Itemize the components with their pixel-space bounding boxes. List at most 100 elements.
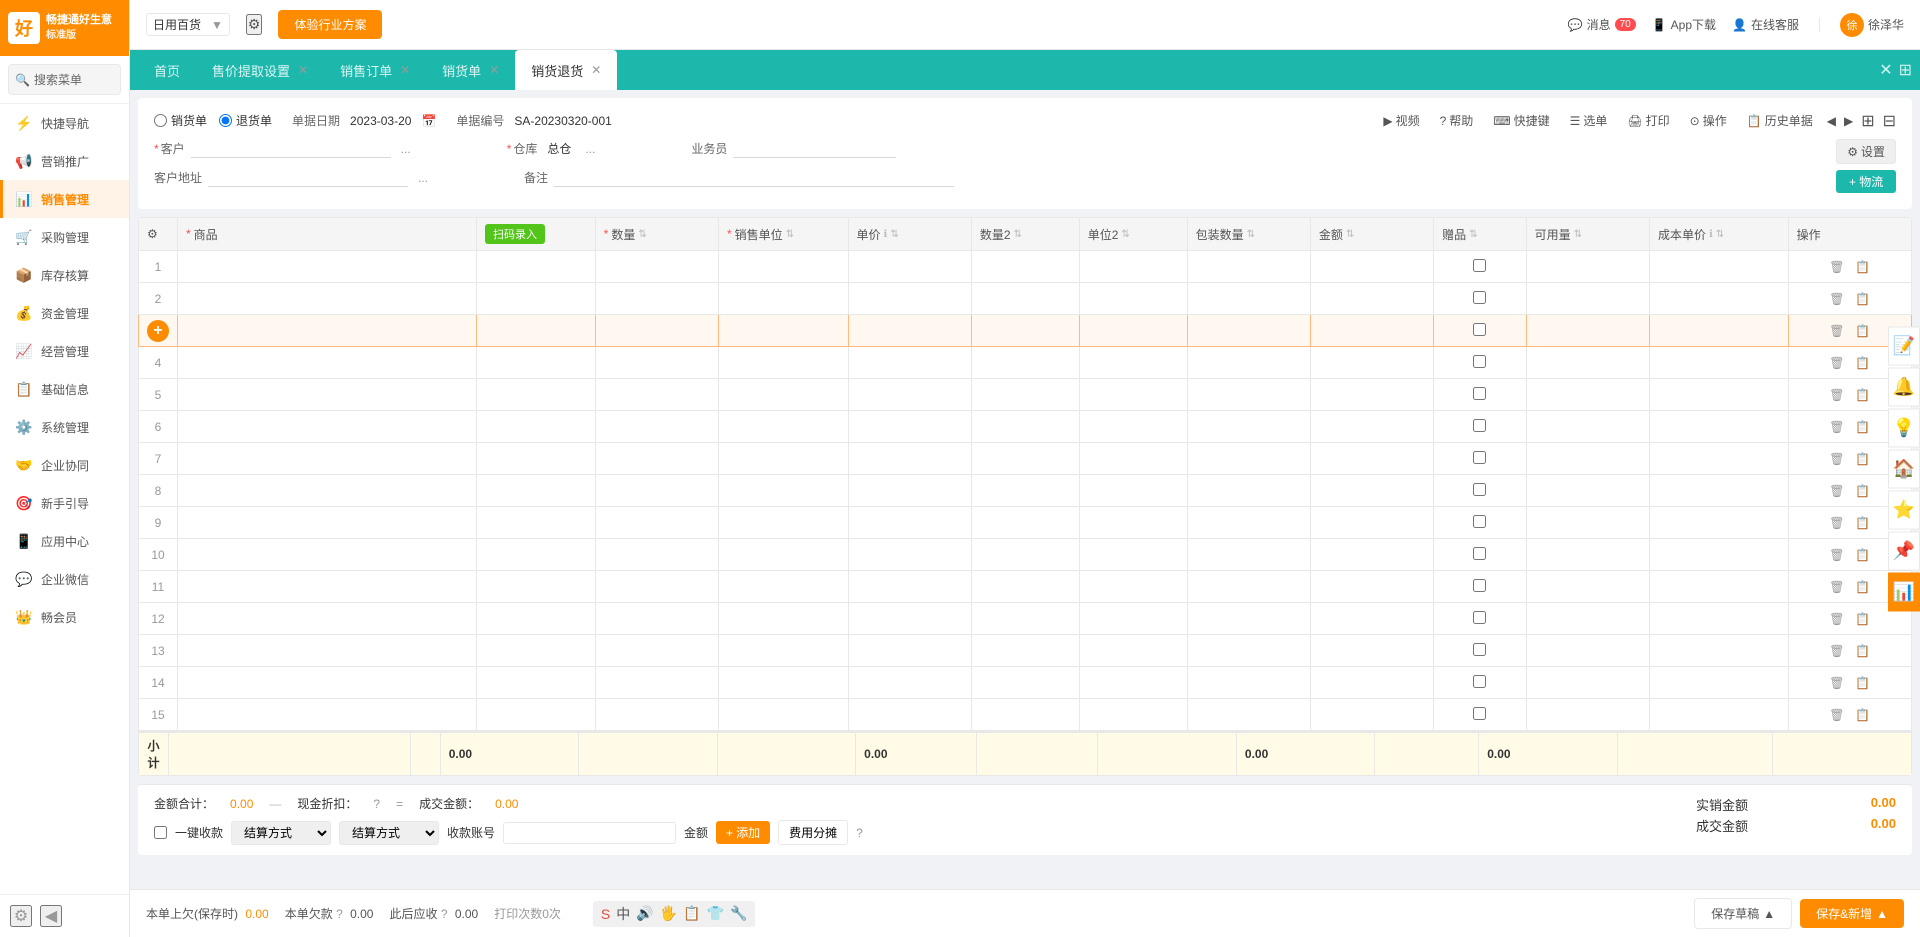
video-help-button[interactable]: ▶ 视频 (1377, 110, 1425, 131)
available-sort-icon[interactable]: ⇅ (1574, 229, 1582, 240)
taskbar-icon-2[interactable]: 中 (616, 904, 630, 924)
row-qty2-8[interactable] (971, 475, 1079, 507)
customer-select-button[interactable]: ... (401, 142, 411, 156)
row-qty-3[interactable] (595, 315, 718, 347)
experience-button[interactable]: 体验行业方案 (278, 10, 382, 39)
row-amount-14[interactable] (1310, 667, 1433, 699)
product-input-active[interactable] (186, 323, 468, 338)
tab-close-sale-price[interactable]: ✕ (298, 63, 308, 77)
row-product-10[interactable] (178, 539, 477, 571)
row-available-12[interactable] (1526, 603, 1649, 635)
row-qty-7[interactable] (595, 443, 718, 475)
row-copy-1[interactable]: 📋 (1852, 256, 1874, 278)
row-cost-10[interactable] (1649, 539, 1788, 571)
row-qty2-12[interactable] (971, 603, 1079, 635)
gift-checkbox-1[interactable] (1473, 259, 1486, 272)
row-qty2-15[interactable] (971, 699, 1079, 731)
print-button[interactable]: 🖨 打印 (1621, 110, 1675, 131)
row-unit2-4[interactable] (1079, 347, 1187, 379)
row-product-5[interactable] (178, 379, 477, 411)
unit-sort-icon[interactable]: ⇅ (786, 229, 794, 240)
module-settings-button[interactable]: ⚙ (246, 14, 263, 35)
row-available-15[interactable] (1526, 699, 1649, 731)
right-panel-btn-4[interactable]: 🏠 (1888, 449, 1920, 488)
row-product-12[interactable] (178, 603, 477, 635)
operations-button[interactable]: ⊙ 操作 (1684, 110, 1733, 131)
tab-close-all-button[interactable]: ✕ (1879, 60, 1892, 80)
row-unit2-14[interactable] (1079, 667, 1187, 699)
row-amount-9[interactable] (1310, 507, 1433, 539)
warehouse-select-button[interactable]: ... (585, 142, 595, 156)
row-amount-13[interactable] (1310, 635, 1433, 667)
cost-info-icon[interactable]: ℹ (1709, 229, 1713, 240)
row-delete-8[interactable]: 🗑 (1826, 480, 1848, 502)
row-available-7[interactable] (1526, 443, 1649, 475)
row-qty-1[interactable] (595, 251, 718, 283)
row-delete-1[interactable]: 🗑 (1826, 256, 1848, 278)
row-qty2-10[interactable] (971, 539, 1079, 571)
view-list-button[interactable]: ⊞ (1861, 111, 1874, 131)
row-cost-2[interactable] (1649, 283, 1788, 315)
gift-checkbox-5[interactable] (1473, 387, 1486, 400)
accounting-method-select[interactable]: 结算方式 (231, 821, 331, 845)
right-panel-btn-6[interactable]: 📌 (1888, 531, 1920, 570)
amount-sort-icon[interactable]: ⇅ (1346, 229, 1354, 240)
row-qty-10[interactable] (595, 539, 718, 571)
row-unit2-9[interactable] (1079, 507, 1187, 539)
gift-checkbox-2[interactable] (1473, 291, 1486, 304)
row-qty2-13[interactable] (971, 635, 1079, 667)
row-product-13[interactable] (178, 635, 477, 667)
row-unit2-5[interactable] (1079, 379, 1187, 411)
row-available-3[interactable] (1526, 315, 1649, 347)
receive-help-icon[interactable]: ? (441, 907, 448, 921)
row-product-9[interactable] (178, 507, 477, 539)
row-qty-6[interactable] (595, 411, 718, 443)
row-cost-1[interactable] (1649, 251, 1788, 283)
row-amount-4[interactable] (1310, 347, 1433, 379)
row-copy-3[interactable]: 📋 (1852, 320, 1874, 342)
row-copy-9[interactable]: 📋 (1852, 512, 1874, 534)
nav-prev-button[interactable]: ◀ (1827, 114, 1836, 128)
row-price-15[interactable] (848, 699, 971, 731)
row-gift-15[interactable] (1434, 699, 1526, 731)
view-detail-button[interactable]: ⊟ (1883, 111, 1896, 131)
add-row-button[interactable]: + (147, 320, 169, 342)
taskbar-icon-4[interactable]: 🖐 (660, 905, 677, 922)
module-selector[interactable]: 日用百货 ▼ (146, 13, 230, 36)
row-copy-13[interactable]: 📋 (1852, 640, 1874, 662)
row-amount-1[interactable] (1310, 251, 1433, 283)
row-delete-5[interactable]: 🗑 (1826, 384, 1848, 406)
row-amount-10[interactable] (1310, 539, 1433, 571)
row-unit-7[interactable] (718, 443, 848, 475)
row-unit-3[interactable] (718, 315, 848, 347)
row-available-1[interactable] (1526, 251, 1649, 283)
row-price-3[interactable] (848, 315, 971, 347)
sidebar-item-quick-nav[interactable]: ⚡ 快捷导航 (0, 104, 129, 142)
table-settings-icon[interactable]: ⚙ (147, 227, 158, 241)
row-cost-7[interactable] (1649, 443, 1788, 475)
row-amount-7[interactable] (1310, 443, 1433, 475)
row-price-7[interactable] (848, 443, 971, 475)
row-available-6[interactable] (1526, 411, 1649, 443)
unit2-sort-icon[interactable]: ⇅ (1121, 229, 1129, 240)
tab-sale-order[interactable]: 销售订单 ✕ (324, 50, 426, 90)
row-copy-5[interactable]: 📋 (1852, 384, 1874, 406)
row-qty2-1[interactable] (971, 251, 1079, 283)
row-copy-12[interactable]: 📋 (1852, 608, 1874, 630)
row-price-6[interactable] (848, 411, 971, 443)
history-orders-button[interactable]: 📋 历史单据 (1741, 110, 1819, 131)
row-unit2-13[interactable] (1079, 635, 1187, 667)
row-pkg-2[interactable] (1187, 283, 1310, 315)
sidebar-item-sales[interactable]: 📊 销售管理 (0, 180, 129, 218)
row-gift-10[interactable] (1434, 539, 1526, 571)
row-unit-14[interactable] (718, 667, 848, 699)
radio-sale[interactable]: 销货单 (154, 112, 207, 129)
row-cost-13[interactable] (1649, 635, 1788, 667)
row-delete-14[interactable]: 🗑 (1826, 672, 1848, 694)
row-product-6[interactable] (178, 411, 477, 443)
row-unit2-10[interactable] (1079, 539, 1187, 571)
row-unit2-3[interactable] (1079, 315, 1187, 347)
tab-maximize-button[interactable]: ⊞ (1899, 60, 1912, 80)
gift-checkbox-14[interactable] (1473, 675, 1486, 688)
row-qty2-11[interactable] (971, 571, 1079, 603)
